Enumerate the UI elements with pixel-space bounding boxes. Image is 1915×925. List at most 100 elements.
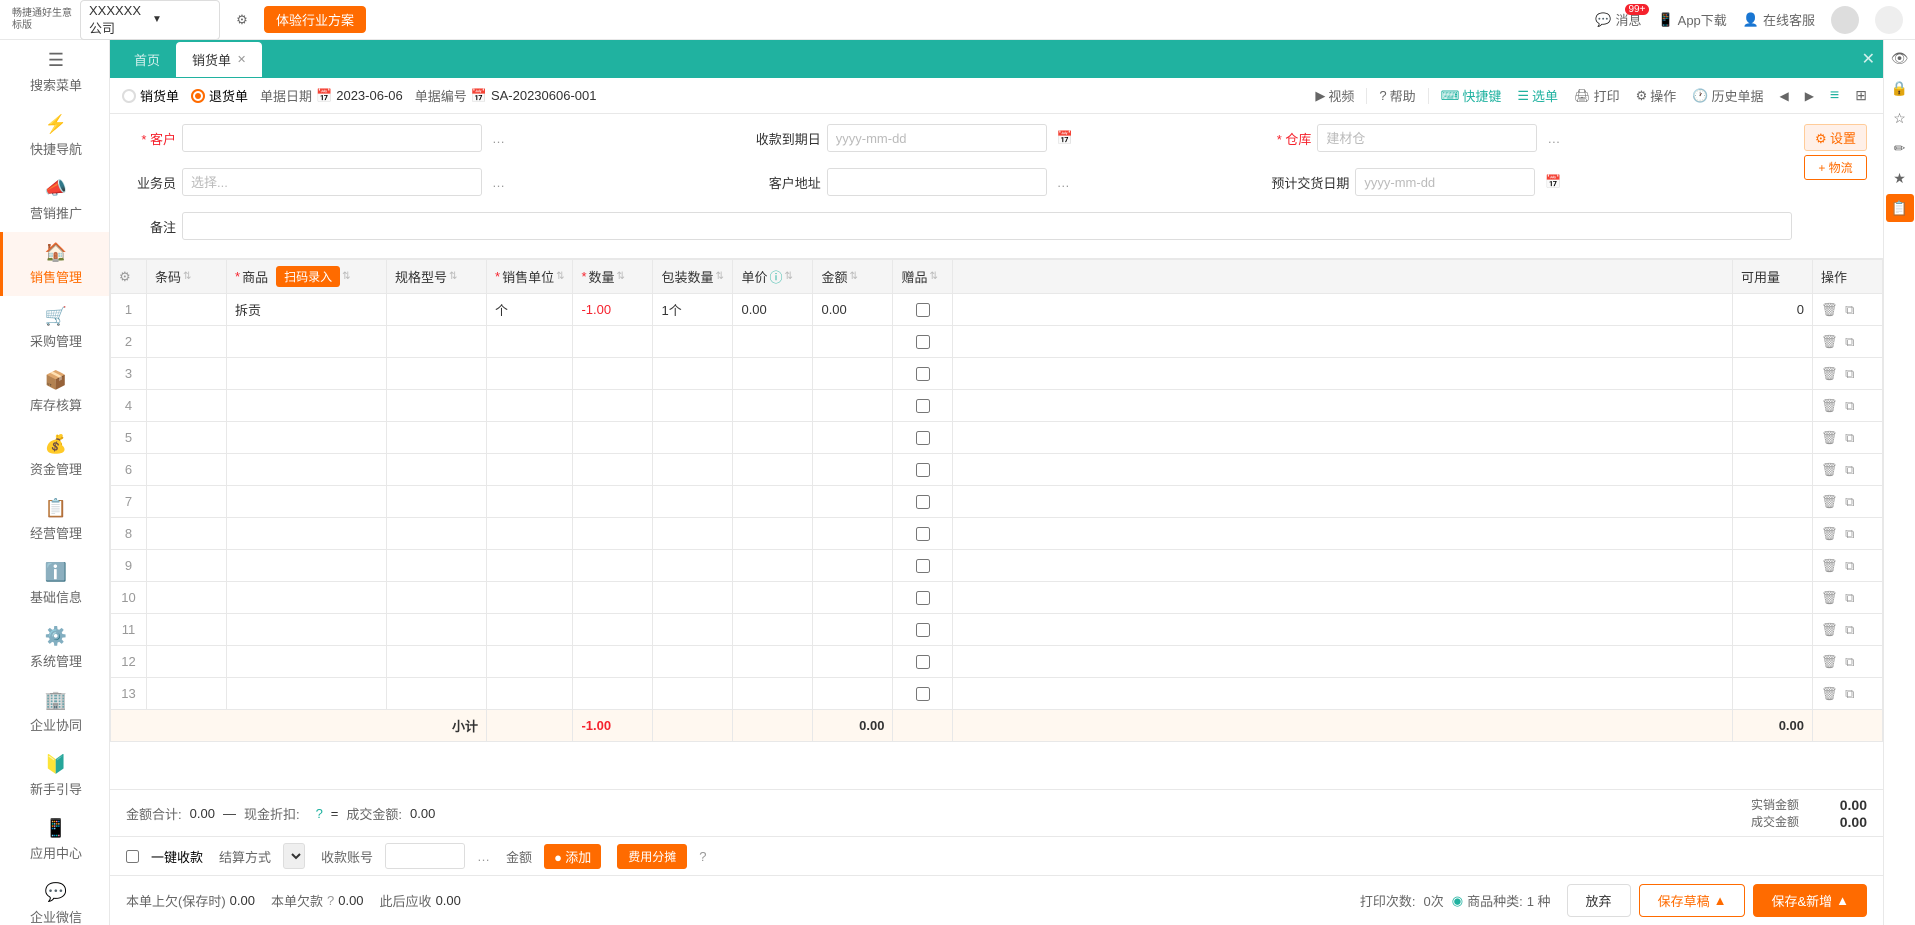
sidebar-item-app-center[interactable]: 📱 应用中心 [0, 808, 109, 872]
cell-barcode[interactable] [147, 582, 227, 614]
gift-checkbox[interactable] [916, 431, 930, 445]
gift-checkbox[interactable] [916, 623, 930, 637]
one-click-payment-checkbox[interactable] [126, 850, 139, 863]
sidebar-item-inventory[interactable]: 📦 库存核算 [0, 360, 109, 424]
question-icon-debt[interactable]: ? [327, 893, 334, 908]
print-btn[interactable]: 🖨 打印 [1570, 84, 1624, 107]
sidebar-item-system[interactable]: ⚙️ 系统管理 [0, 616, 109, 680]
radio-return[interactable]: 退货单 [191, 86, 248, 105]
settings-icon[interactable]: ⚙ [228, 6, 256, 34]
collection-date-input[interactable] [827, 124, 1047, 152]
copy-icon[interactable]: ⧉ [1845, 398, 1854, 413]
cell-barcode[interactable] [147, 358, 227, 390]
gift-checkbox[interactable] [916, 399, 930, 413]
rp-eye-btn[interactable]: 👁 [1886, 44, 1914, 72]
copy-icon[interactable]: ⧉ [1845, 686, 1854, 701]
delete-icon[interactable]: 🗑 [1821, 398, 1838, 413]
table-gear-icon[interactable]: ⚙ [119, 269, 131, 284]
scan-button[interactable]: 扫码录入 [276, 266, 340, 287]
delete-icon[interactable]: 🗑 [1821, 654, 1838, 669]
copy-icon[interactable]: ⧉ [1845, 302, 1854, 317]
next-btn[interactable]: ▶ [1801, 87, 1818, 105]
delete-icon[interactable]: 🗑 [1821, 302, 1838, 317]
rp-lock-btn[interactable]: 🔒 [1886, 74, 1914, 102]
cell-barcode[interactable] [147, 518, 227, 550]
cell-barcode[interactable] [147, 454, 227, 486]
collection-date-calendar-icon[interactable]: 📅 [1057, 130, 1073, 146]
gift-checkbox[interactable] [916, 559, 930, 573]
avatar[interactable] [1831, 6, 1859, 34]
calc-method-select[interactable] [283, 843, 305, 869]
cell-barcode[interactable] [147, 678, 227, 710]
customer-input[interactable] [182, 124, 482, 152]
remark-input[interactable] [182, 212, 1792, 240]
app-download-btn[interactable]: 📱 App下载 [1657, 10, 1726, 29]
help-btn[interactable]: ? 帮助 [1375, 84, 1419, 107]
message-btn[interactable]: 💬 消息 99+ [1595, 10, 1641, 29]
cell-barcode[interactable] [147, 614, 227, 646]
delete-icon[interactable]: 🗑 [1821, 558, 1838, 573]
sidebar-item-search[interactable]: ☰ 搜索菜单 [0, 40, 109, 104]
copy-icon[interactable]: ⧉ [1845, 558, 1854, 573]
rp-orange-btn[interactable]: 📋 [1886, 194, 1914, 222]
price-info-icon[interactable]: ⓘ [769, 267, 782, 286]
cell-barcode[interactable] [147, 486, 227, 518]
shortcut-btn[interactable]: ⌨ 快捷键 [1437, 84, 1506, 107]
fee-split-button[interactable]: 费用分摊 [617, 844, 687, 869]
sidebar-item-purchase[interactable]: 🛒 采购管理 [0, 296, 109, 360]
delete-icon[interactable]: 🗑 [1821, 686, 1838, 701]
warehouse-dots-icon[interactable]: … [1547, 131, 1560, 146]
account-dots-icon[interactable]: … [477, 849, 490, 864]
delete-icon[interactable]: 🗑 [1821, 334, 1838, 349]
gift-checkbox[interactable] [916, 303, 930, 317]
gift-checkbox[interactable] [916, 495, 930, 509]
rp-star-btn[interactable]: ★ [1886, 164, 1914, 192]
copy-icon[interactable]: ⧉ [1845, 462, 1854, 477]
tab-home[interactable]: 首页 [118, 42, 176, 77]
online-service-btn[interactable]: 👤 在线客服 [1743, 10, 1815, 29]
delete-icon[interactable]: 🗑 [1821, 462, 1838, 477]
sidebar-item-business[interactable]: 📋 经营管理 [0, 488, 109, 552]
address-dots-icon[interactable]: … [1057, 175, 1070, 190]
fee-question-icon[interactable]: ? [699, 849, 706, 864]
sidebar-item-enterprise[interactable]: 🏢 企业协同 [0, 680, 109, 744]
discard-button[interactable]: 放弃 [1567, 884, 1631, 917]
customer-address-input[interactable] [827, 168, 1047, 196]
gift-checkbox[interactable] [916, 591, 930, 605]
expected-date-input[interactable] [1355, 168, 1535, 196]
sidebar-item-sales[interactable]: 🏠 销售管理 [0, 232, 109, 296]
sidebar-item-base-info[interactable]: ℹ️ 基础信息 [0, 552, 109, 616]
copy-icon[interactable]: ⧉ [1845, 366, 1854, 381]
radio-sales[interactable]: 销货单 [122, 86, 179, 105]
delete-icon[interactable]: 🗑 [1821, 366, 1838, 381]
gift-checkbox[interactable] [916, 463, 930, 477]
copy-icon[interactable]: ⧉ [1845, 590, 1854, 605]
copy-icon[interactable]: ⧉ [1845, 494, 1854, 509]
delete-icon[interactable]: 🗑 [1821, 526, 1838, 541]
tab-sales-order[interactable]: 销货单 ✕ [176, 42, 262, 77]
video-btn[interactable]: ▶ 视频 [1311, 84, 1358, 107]
copy-icon[interactable]: ⧉ [1845, 430, 1854, 445]
cell-barcode[interactable] [147, 422, 227, 454]
save-draft-button[interactable]: 保存草稿 ▲ [1639, 884, 1746, 917]
delete-icon[interactable]: 🗑 [1821, 622, 1838, 637]
sidebar-item-finance[interactable]: 💰 资金管理 [0, 424, 109, 488]
gift-checkbox[interactable] [916, 527, 930, 541]
tab-bar-close-icon[interactable]: ✕ [1862, 49, 1875, 69]
gift-checkbox[interactable] [916, 335, 930, 349]
rp-star-outline-btn[interactable]: ☆ [1886, 104, 1914, 132]
logistics-button[interactable]: + 物流 [1804, 155, 1867, 180]
gift-checkbox[interactable] [916, 367, 930, 381]
cell-barcode[interactable] [147, 294, 227, 326]
add-payment-button[interactable]: ● 添加 [544, 844, 601, 869]
rp-edit-btn[interactable]: ✏ [1886, 134, 1914, 162]
grid-view-btn[interactable]: ⊞ [1851, 85, 1871, 106]
prev-btn[interactable]: ◀ [1775, 87, 1792, 105]
expected-date-calendar-icon[interactable]: 📅 [1545, 174, 1561, 190]
sidebar-item-quick-nav[interactable]: ⚡ 快捷导航 [0, 104, 109, 168]
gift-checkbox[interactable] [916, 687, 930, 701]
operate-btn[interactable]: ⚙ 操作 [1632, 84, 1681, 107]
warehouse-input[interactable] [1317, 124, 1537, 152]
gift-checkbox[interactable] [916, 655, 930, 669]
trial-button[interactable]: 体验行业方案 [264, 6, 366, 33]
